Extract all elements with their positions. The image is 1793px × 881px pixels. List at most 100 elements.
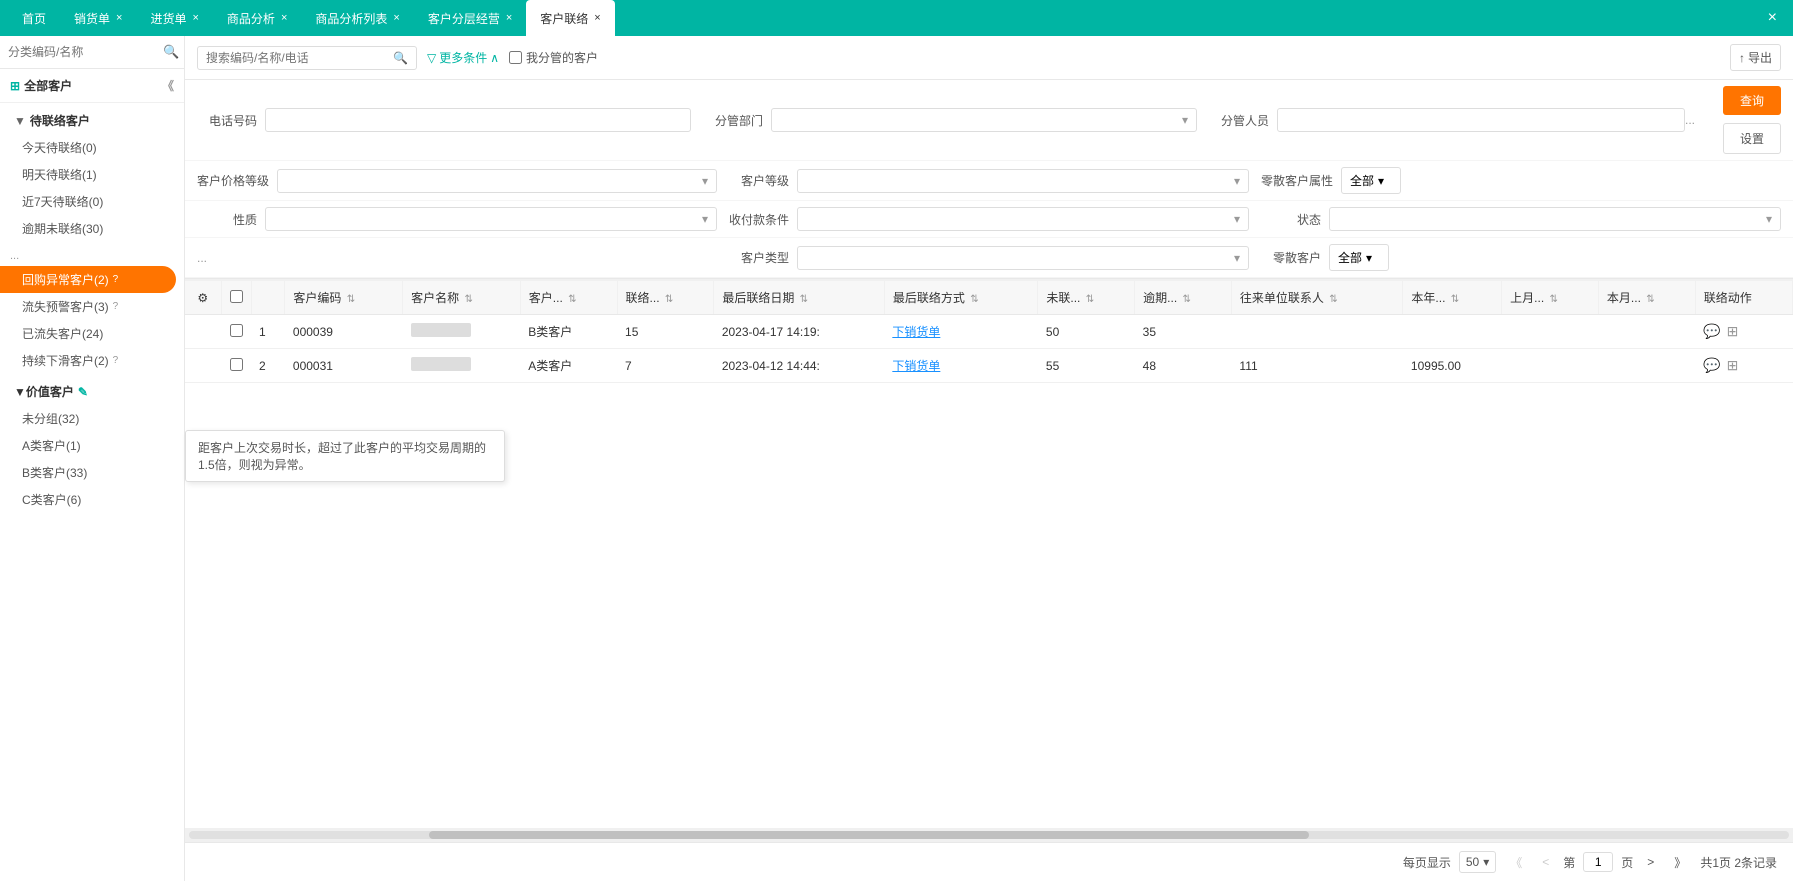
payment-select[interactable]: ▾ xyxy=(797,207,1249,231)
close-tab-customer-contact[interactable]: × xyxy=(594,12,600,24)
tab-product-analysis-list[interactable]: 商品分析列表 × xyxy=(301,0,413,36)
chat-icon-1[interactable]: 💬 xyxy=(1703,323,1720,340)
close-window-button[interactable]: × xyxy=(1760,9,1785,27)
help-icon-continuous-down[interactable]: ? xyxy=(113,355,119,366)
th-code[interactable]: 客户编码 ⇅ xyxy=(285,281,403,315)
close-tab-product-analysis-list[interactable]: × xyxy=(393,12,399,24)
th-contact[interactable]: 联络... ⇅ xyxy=(617,281,714,315)
manager-input[interactable] xyxy=(1277,108,1685,132)
help-icon-loss[interactable]: ? xyxy=(113,301,119,312)
th-no-contact[interactable]: 未联... ⇅ xyxy=(1038,281,1135,315)
sidebar-search-icon[interactable]: 🔍 xyxy=(163,44,179,60)
th-last-contact-date[interactable]: 最后联络日期 ⇅ xyxy=(714,281,885,315)
filter-customer-grade: 客户等级 ▾ xyxy=(729,169,1249,193)
sort-icon-this-month: ⇅ xyxy=(1646,294,1654,305)
close-tab-purchase[interactable]: × xyxy=(192,12,198,24)
close-tab-customer-tiered[interactable]: × xyxy=(506,12,512,24)
tab-product-analysis[interactable]: 商品分析 × xyxy=(213,0,301,36)
manager-dots[interactable]: ... xyxy=(1685,113,1695,127)
sidebar-search-input[interactable] xyxy=(8,45,163,59)
scrollbar-thumb[interactable] xyxy=(429,831,1309,839)
close-tab-sales[interactable]: × xyxy=(116,12,122,24)
sidebar-item-c-class[interactable]: C类客户(6) xyxy=(0,486,184,513)
sidebar-item-tomorrow-pending[interactable]: 明天待联络(1) xyxy=(0,161,184,188)
sidebar-item-7days-pending[interactable]: 近7天待联络(0) xyxy=(0,188,184,215)
link-method-2[interactable]: 下销货单 xyxy=(892,359,940,373)
sidebar-collapse-icon[interactable]: 《 xyxy=(162,77,174,94)
phone-input[interactable] xyxy=(265,108,691,132)
settings-button[interactable]: 设置 xyxy=(1723,123,1781,154)
customer-type-select[interactable]: ▾ xyxy=(797,246,1249,270)
grid-action-icon-1[interactable]: ⊞ xyxy=(1727,323,1739,340)
pagination-bar: 每页显示 50 ▾ 《 < 第 页 > 》 共1页 2条记录 xyxy=(185,842,1793,881)
sidebar-item-a-class[interactable]: A类客户(1) xyxy=(0,432,184,459)
td-check-2 xyxy=(221,349,251,383)
status-select[interactable]: ▾ xyxy=(1329,207,1781,231)
chat-icon-2[interactable]: 💬 xyxy=(1703,357,1720,374)
sidebar-all-customers[interactable]: ⊞ 全部客户 《 xyxy=(0,69,184,103)
price-grade-select[interactable]: ▾ xyxy=(277,169,717,193)
customer-grade-select[interactable]: ▾ xyxy=(797,169,1249,193)
nature-arrow: ▾ xyxy=(702,212,708,226)
th-settings[interactable]: ⚙ xyxy=(185,281,221,315)
sidebar-item-already-lost[interactable]: 已流失客户(24) xyxy=(0,320,184,347)
th-unit-contacts[interactable]: 往来单位联系人 ⇅ xyxy=(1231,281,1403,315)
th-last-contact-method[interactable]: 最后联络方式 ⇅ xyxy=(884,281,1038,315)
sidebar-item-loss-warning[interactable]: 流失预警客户(3) ? xyxy=(0,293,184,320)
my-customers-checkbox[interactable] xyxy=(509,51,522,64)
last-page-button[interactable]: 》 xyxy=(1668,852,1692,873)
first-page-button[interactable]: 《 xyxy=(1504,852,1528,873)
link-method-1[interactable]: 下销货单 xyxy=(892,325,940,339)
sidebar-item-ungroup[interactable]: 未分组(32) xyxy=(0,405,184,432)
blurred-name-2 xyxy=(411,357,471,371)
filter-nature: 性质 ▾ xyxy=(197,207,717,231)
sidebar-item-b-class[interactable]: B类客户(33) xyxy=(0,459,184,486)
dept-select[interactable]: ▾ xyxy=(771,108,1197,132)
grid-action-icon-2[interactable]: ⊞ xyxy=(1727,357,1739,374)
filter-more-dots[interactable]: ... xyxy=(197,251,207,265)
select-all-checkbox[interactable] xyxy=(230,290,243,303)
retail-attr-select[interactable]: 全部 ▾ xyxy=(1341,167,1401,194)
tab-purchase[interactable]: 进货单 × xyxy=(136,0,212,36)
th-name[interactable]: 客户名称 ⇅ xyxy=(403,281,521,315)
help-icon-repurchase[interactable]: ? xyxy=(113,274,119,285)
sidebar-more-dots[interactable]: ... xyxy=(0,246,184,266)
next-page-button[interactable]: > xyxy=(1641,853,1660,871)
filter-customer-type: 客户类型 ▾ xyxy=(729,246,1249,270)
export-button[interactable]: ↑ 导出 xyxy=(1730,44,1781,71)
tab-sales[interactable]: 销货单 × xyxy=(60,0,136,36)
search-input[interactable] xyxy=(206,51,389,65)
filter-status: 状态 ▾ xyxy=(1261,207,1781,231)
sort-icon-last-month: ⇅ xyxy=(1550,294,1558,305)
th-last-month[interactable]: 上月... ⇅ xyxy=(1502,281,1599,315)
prev-page-button[interactable]: < xyxy=(1536,853,1555,871)
sidebar-item-continuous-down[interactable]: 持续下滑客户(2) ? xyxy=(0,347,184,374)
tab-customer-contact[interactable]: 客户联络 × xyxy=(526,0,614,36)
horizontal-scrollbar[interactable] xyxy=(185,828,1793,842)
search-icon[interactable]: 🔍 xyxy=(393,51,408,65)
th-type[interactable]: 客户... ⇅ xyxy=(520,281,617,315)
arrow-down-icon-2: ▼ xyxy=(14,385,26,399)
th-this-year[interactable]: 本年... ⇅ xyxy=(1403,281,1502,315)
close-tab-product-analysis[interactable]: × xyxy=(281,12,287,24)
th-overdue[interactable]: 逾期... ⇅ xyxy=(1135,281,1232,315)
tab-customer-tiered[interactable]: 客户分层经营 × xyxy=(414,0,526,36)
retail-customer-select[interactable]: 全部 ▾ xyxy=(1329,244,1389,271)
page-number-input[interactable] xyxy=(1583,852,1613,872)
td-overdue-2: 48 xyxy=(1135,349,1232,383)
sidebar-item-repurchase-abnormal[interactable]: 回购异常客户(2) ? xyxy=(0,266,176,293)
sidebar-item-today-pending[interactable]: 今天待联络(0) xyxy=(0,134,184,161)
edit-icon[interactable]: ✎ xyxy=(78,385,88,399)
more-conditions-button[interactable]: ▽ 更多条件 ∧ xyxy=(427,49,499,66)
query-button[interactable]: 查询 xyxy=(1723,86,1781,115)
row2-checkbox[interactable] xyxy=(230,358,243,371)
sidebar-item-overdue-no-contact[interactable]: 逾期未联络(30) xyxy=(0,215,184,242)
per-page-select[interactable]: 50 ▾ xyxy=(1459,851,1496,873)
tab-home[interactable]: 首页 xyxy=(8,0,60,36)
th-this-month[interactable]: 本月... ⇅ xyxy=(1598,281,1695,315)
filter-row-1: 电话号码 分管部门 ▾ 分管人员 ... 查询 设置 xyxy=(185,80,1793,161)
nature-select[interactable]: ▾ xyxy=(265,207,717,231)
sidebar-value-customer-title[interactable]: ▼ 价值客户 ✎ xyxy=(0,378,184,405)
sidebar-pending-contact-title[interactable]: ▼ 待联络客户 xyxy=(0,107,184,134)
row1-checkbox[interactable] xyxy=(230,324,243,337)
